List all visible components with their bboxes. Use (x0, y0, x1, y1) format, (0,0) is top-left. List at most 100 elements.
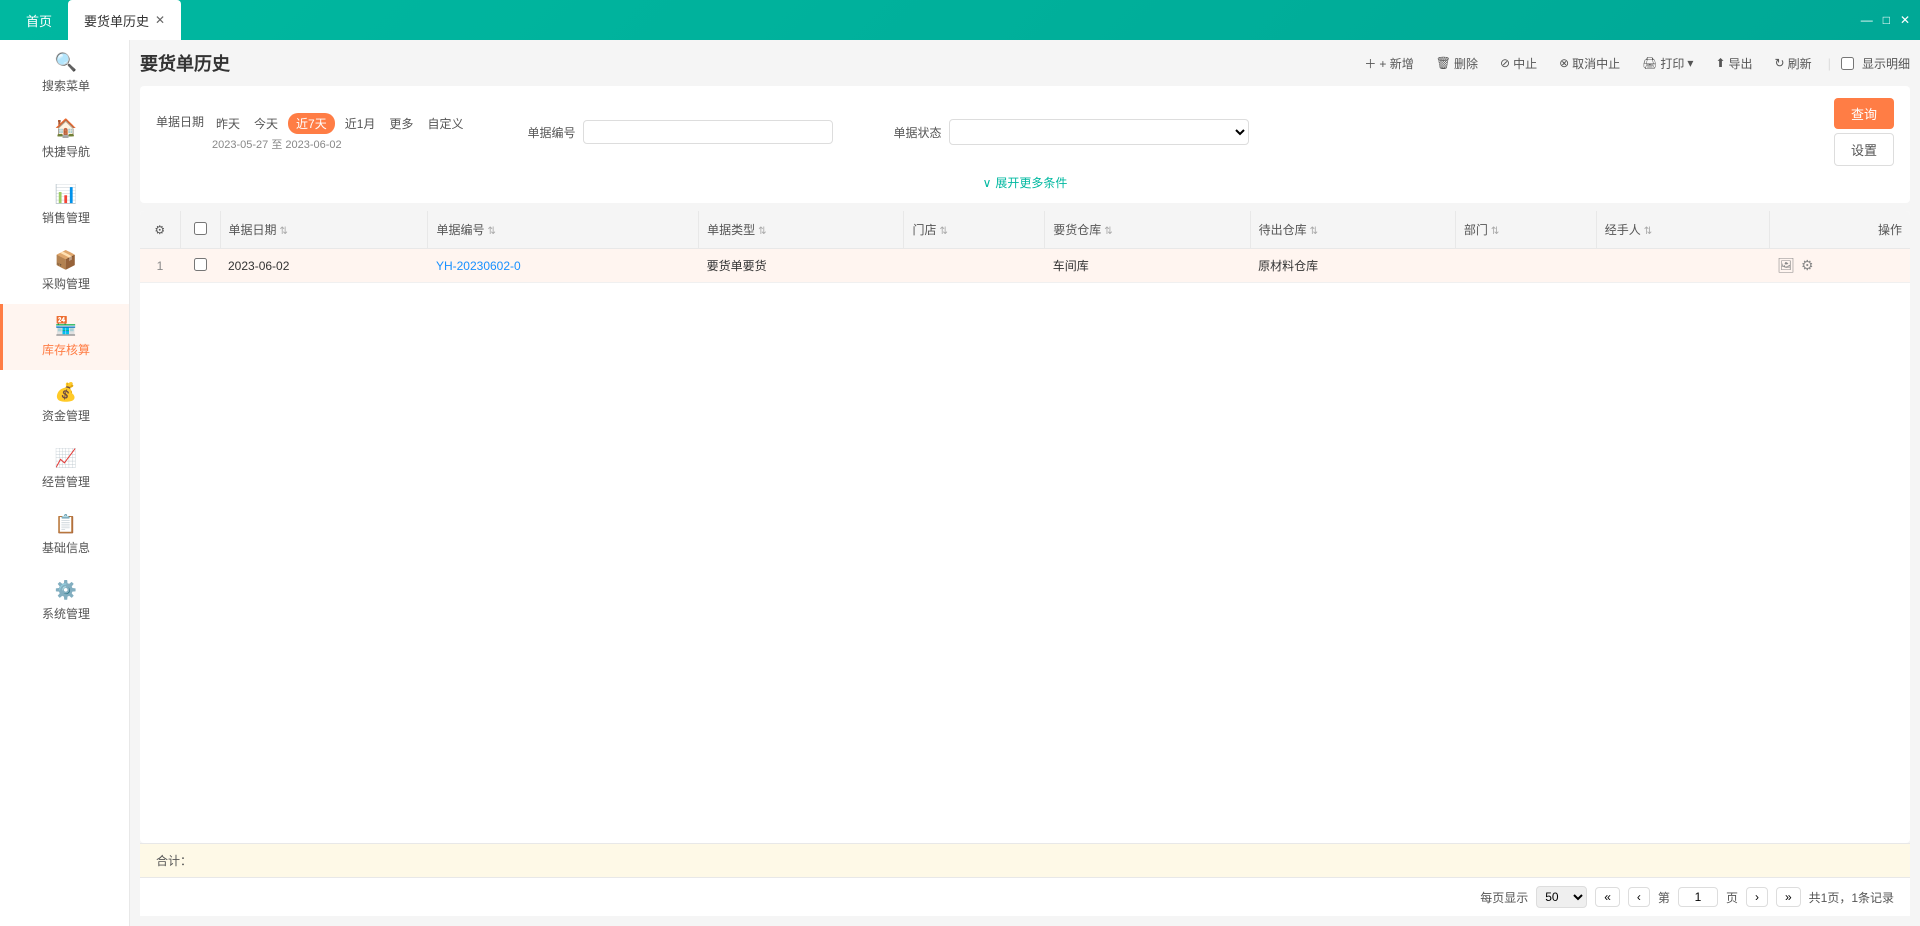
td-checkbox[interactable] (180, 249, 220, 283)
delete-button[interactable]: 🗑 删除 (1430, 51, 1484, 76)
date-custom[interactable]: 自定义 (423, 113, 467, 134)
td-doc-type: 要货单要货 (699, 249, 904, 283)
export-button[interactable]: ⬆ 导出 (1709, 51, 1758, 76)
display-detail-checkbox[interactable] (1841, 57, 1854, 70)
finance-icon: 💰 (55, 382, 77, 403)
sidebar-item-purchase[interactable]: 📦 采购管理 (0, 238, 129, 304)
print-icon: 🖨 (1642, 56, 1657, 70)
date-more[interactable]: 更多 (385, 113, 417, 134)
date-last7days[interactable]: 近7天 (288, 113, 335, 134)
total-label: 合计： (156, 852, 192, 869)
print-dropdown-icon: ▾ (1687, 56, 1693, 70)
sidebar-item-search-menu[interactable]: 🔍 搜索菜单 (0, 40, 129, 106)
jump-suffix: 页 (1726, 889, 1738, 906)
search-menu-icon: 🔍 (55, 52, 77, 73)
page-header: 要货单历史 ＋ + 新增 🗑 删除 ⊘ 中止 ⊗ 取消中止 (140, 50, 1910, 76)
th-checkbox[interactable] (180, 211, 220, 249)
doc-num-filter-group: 单据编号 (527, 120, 833, 144)
data-table: ⚙ 单据日期 单据编号 单据类型 门店 要货仓库 待出仓库 部门 经手人 操 (140, 211, 1910, 283)
doc-num-link[interactable]: YH-20230602-0 (436, 259, 521, 273)
last-page-btn[interactable]: » (1776, 887, 1801, 907)
view-icon[interactable]: 🖼 (1777, 257, 1795, 274)
th-store[interactable]: 门店 (904, 211, 1045, 249)
stop-button[interactable]: ⊘ 中止 (1494, 51, 1543, 76)
th-pending-warehouse[interactable]: 待出仓库 (1250, 211, 1455, 249)
select-all-checkbox[interactable] (194, 222, 207, 235)
prev-page-btn[interactable]: ‹ (1628, 887, 1650, 907)
td-pending-warehouse: 原材料仓库 (1250, 249, 1455, 283)
date-filter-options: 昨天 今天 近7天 近1月 更多 自定义 2023-05-27 至 2023-0… (212, 113, 467, 152)
td-row-num: 1 (140, 249, 180, 283)
header-actions: ＋ + 新增 🗑 删除 ⊘ 中止 ⊗ 取消中止 🖨 打印 (1358, 51, 1910, 76)
first-page-btn[interactable]: « (1595, 887, 1620, 907)
tab-requisition-history[interactable]: 要货单历史 ✕ (68, 0, 181, 40)
th-operation: 操作 (1769, 211, 1910, 249)
th-req-warehouse[interactable]: 要货仓库 (1045, 211, 1250, 249)
stop-icon: ⊘ (1500, 56, 1510, 70)
date-yesterday[interactable]: 昨天 (212, 113, 244, 134)
th-settings[interactable]: ⚙ (140, 211, 180, 249)
sidebar-item-operations[interactable]: 📈 经营管理 (0, 436, 129, 502)
minimize-btn[interactable]: — (1861, 13, 1873, 27)
row-checkbox[interactable] (194, 258, 207, 271)
table-row: 1 2023-06-02 YH-20230602-0 要货单要货 车间库 原材料… (140, 249, 1910, 283)
sidebar-item-system-label: 系统管理 (42, 605, 90, 622)
date-today[interactable]: 今天 (250, 113, 282, 134)
doc-status-filter-group: 单据状态 (893, 119, 1249, 145)
td-doc-num: YH-20230602-0 (428, 249, 699, 283)
more-icon[interactable]: ⚙ (1801, 257, 1814, 274)
doc-num-input[interactable] (583, 120, 833, 144)
sidebar-item-purchase-label: 采购管理 (42, 275, 90, 292)
th-dept[interactable]: 部门 (1455, 211, 1596, 249)
date-last-month[interactable]: 近1月 (341, 113, 380, 134)
system-icon: ⚙️ (55, 580, 77, 601)
tab-home[interactable]: 首页 (10, 0, 68, 40)
search-button[interactable]: 查询 (1834, 98, 1894, 129)
sidebar-item-operations-label: 经营管理 (42, 473, 90, 490)
main-layout: 🔍 搜索菜单 🏠 快捷导航 📊 销售管理 📦 采购管理 🏪 库存核算 💰 资金管… (0, 40, 1920, 926)
page-input[interactable]: 1 (1678, 887, 1718, 907)
td-store (904, 249, 1045, 283)
expand-more-btn[interactable]: ∨ 展开更多条件 (156, 174, 1894, 191)
next-page-btn[interactable]: › (1746, 887, 1768, 907)
print-button[interactable]: 🖨 打印 ▾ (1636, 51, 1699, 76)
filter-panel: 单据日期 昨天 今天 近7天 近1月 更多 自定义 2023-05-27 至 2… (140, 86, 1910, 203)
td-doc-date: 2023-06-02 (220, 249, 428, 283)
sidebar-item-quick-nav-label: 快捷导航 (42, 143, 90, 160)
page-size-select[interactable]: 50 10 20 100 (1536, 886, 1587, 908)
refresh-button[interactable]: ↻ 刷新 (1769, 51, 1818, 76)
filter-row-1: 单据日期 昨天 今天 近7天 近1月 更多 自定义 2023-05-27 至 2… (156, 98, 1894, 166)
chevron-down-icon: ∨ (983, 176, 992, 190)
display-detail-toggle[interactable]: 显示明细 (1841, 55, 1910, 72)
sidebar-item-sales[interactable]: 📊 销售管理 (0, 172, 129, 238)
cancel-stop-button[interactable]: ⊗ 取消中止 (1553, 51, 1626, 76)
td-handler (1596, 249, 1769, 283)
sidebar-item-system[interactable]: ⚙️ 系统管理 (0, 568, 129, 634)
th-doc-num[interactable]: 单据编号 (428, 211, 699, 249)
sales-icon: 📊 (55, 184, 77, 205)
operations-icon: 📈 (55, 448, 77, 469)
sidebar-item-basic-info-label: 基础信息 (42, 539, 90, 556)
th-handler[interactable]: 经手人 (1596, 211, 1769, 249)
doc-status-select[interactable] (949, 119, 1249, 145)
sidebar-item-quick-nav[interactable]: 🏠 快捷导航 (0, 106, 129, 172)
sidebar-item-finance[interactable]: 💰 资金管理 (0, 370, 129, 436)
sidebar-item-inventory-label: 库存核算 (42, 341, 90, 358)
settings-button[interactable]: 设置 (1834, 133, 1894, 166)
th-doc-date[interactable]: 单据日期 (220, 211, 428, 249)
settings-icon: ⚙ (154, 223, 165, 237)
new-button[interactable]: ＋ + 新增 (1358, 51, 1419, 76)
td-operation: 🖼 ⚙ (1769, 249, 1910, 283)
th-doc-type[interactable]: 单据类型 (699, 211, 904, 249)
export-icon: ⬆ (1715, 56, 1725, 70)
close-window-btn[interactable]: ✕ (1900, 13, 1910, 27)
cancel-stop-icon: ⊗ (1559, 56, 1569, 70)
sidebar-item-basic-info[interactable]: 📋 基础信息 (0, 502, 129, 568)
basic-info-icon: 📋 (55, 514, 77, 535)
close-tab-icon[interactable]: ✕ (155, 13, 165, 27)
td-dept (1455, 249, 1596, 283)
maximize-btn[interactable]: □ (1883, 13, 1890, 27)
footer-bar: 合计： (140, 843, 1910, 877)
sidebar-item-inventory[interactable]: 🏪 库存核算 (0, 304, 129, 370)
content-area: 要货单历史 ＋ + 新增 🗑 删除 ⊘ 中止 ⊗ 取消中止 (130, 40, 1920, 926)
